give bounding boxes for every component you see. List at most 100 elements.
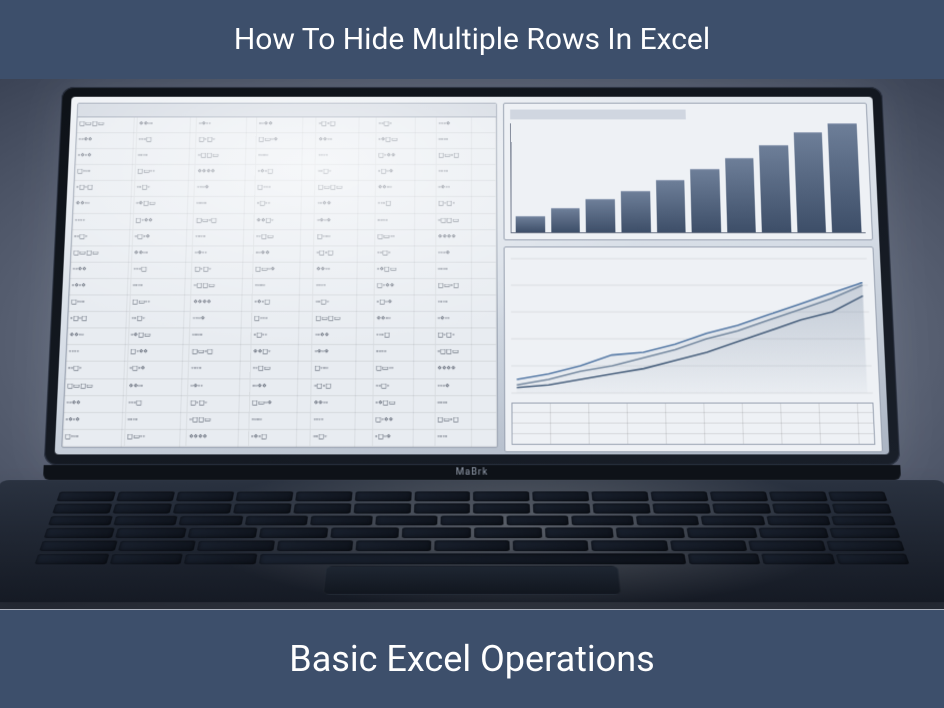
table-cell: ⋄⋄⋄⋄	[187, 430, 250, 446]
table-cell: ▫▫◻◦	[311, 430, 373, 446]
table-cell: ▫⋄▫◻	[255, 165, 316, 180]
table-cell: ▫⋄◻▭	[373, 396, 435, 412]
table-row: ◻◦▫▫◻▭◦◦⋄⋄⋄⋄▫⋄▫◻▫▫◻◦▫◻▫⋄◦▫◦▫	[69, 295, 497, 312]
line-chart-mini-table	[512, 403, 876, 445]
table-cell: ▫⋄▫◻	[252, 295, 313, 311]
spreadsheet-toolbar	[78, 104, 497, 118]
table-cell: ◦◦◦◦	[316, 149, 376, 164]
table-cell: ◦◦◦◦	[66, 345, 128, 361]
line-chart-panel	[504, 246, 883, 452]
table-cell: ▫▫⋄⋄	[253, 246, 314, 261]
table-cell: ◻▭◦◦	[375, 230, 436, 245]
table-cell: ▫◻◦◦	[255, 197, 316, 212]
table-cell: ▫⋄◻▭	[134, 197, 195, 212]
table-cell: ▫⋄◦◦	[193, 246, 254, 261]
table-row: ◦▫⋄⋄◦◦▫◻◻◦◻◦◻▭▫⋄⋄⋄◦▫▫⋄◻▭▫▫▫▫	[64, 396, 497, 413]
table-cell: ◦▫◦▫	[189, 362, 251, 378]
bar-chart-title-placeholder	[510, 110, 685, 120]
table-cell: ◻▭◦◦	[130, 295, 192, 311]
table-cell: ▫▫◦▫	[375, 214, 436, 229]
table-cell: ▫◻◦◦	[251, 329, 313, 345]
table-cell: ▫◻◻▭	[187, 413, 249, 429]
table-cell: ▫▫▫▫	[436, 263, 497, 278]
table-cell: ◦▫◦▫	[436, 165, 496, 180]
table-cell: ▫◻◻▭	[436, 214, 497, 229]
table-cell: ▫⋄▫◻	[249, 430, 311, 446]
table-row: ▫⋄▫⋄▫▫◦▫▫◻◻▭◦▫▫▫◦◦◦◦◻◦⋄⋄◻▭▫◻	[75, 149, 496, 165]
table-cell: ◻▭▫⋄	[253, 263, 314, 278]
table-cell: ▫⋄▫⋄	[69, 279, 131, 294]
table-cell: ◦▫⋄⋄	[70, 263, 132, 278]
laptop-base	[0, 480, 944, 602]
table-row: ▫◻▫◻◦▫◻◦◦◦▫⋄◻◦◦▫◻▭◻▭⋄⋄▫▫▫⋄◦◦	[74, 181, 497, 197]
table-cell: ⋄⋄▫▫	[374, 312, 435, 328]
table-row: ◦▫⋄⋄◦◦▫◻◻◦◻◦◻▭▫⋄⋄⋄◦▫▫⋄◻▭▫▫▫▫	[70, 263, 497, 279]
table-cell: ◻◦⋄⋄	[375, 279, 436, 294]
table-cell: ◻▭▫⋄	[256, 133, 316, 148]
table-cell: ⋄⋄◦▫	[316, 133, 376, 148]
table-row: ▫⋄▫⋄▫▫◦▫▫◻◻▭◦▫▫▫◦◦◦◦◻◦⋄⋄◻▭▫◻	[63, 413, 497, 430]
table-cell: ◦◦▫⋄	[195, 181, 256, 196]
charts-column	[503, 103, 883, 448]
table-cell: ◻◦◻◦	[192, 263, 253, 278]
table-cell: ◻◦▫▫	[312, 362, 374, 378]
table-cell: ◻▭▫◻	[436, 149, 496, 164]
table-cell: ⋄⋄⋄⋄	[435, 362, 497, 378]
footer-title: Basic Excel Operations	[289, 638, 654, 680]
table-cell: ◦◦▫◻	[136, 133, 197, 148]
table-cell: ◻◦▫▫	[62, 430, 125, 446]
line-chart-svg	[511, 254, 873, 399]
table-cell: ◻◦◻◦	[436, 197, 496, 212]
table-cell: ◦▫◻◦	[134, 181, 195, 196]
table-cell: ◻◦⋄⋄	[128, 345, 190, 361]
table-cell: ◦▫▫▫	[256, 149, 316, 164]
illustration-scene: ◻▭◻▭⋄⋄▫▫▫⋄◦◦▫▫⋄⋄▫◻▫◻◦▫◻◦◦◦▫⋄◦▫⋄⋄◦◦▫◻◻◦◻◦…	[0, 79, 944, 609]
table-cell: ◻▭◻▭	[315, 181, 376, 196]
bar	[586, 199, 616, 232]
table-cell: ▫▫◻◦	[316, 165, 376, 180]
bar	[551, 208, 580, 232]
table-cell: ▫▫◻◦	[72, 230, 133, 245]
table-cell: ▫⋄▫⋄	[75, 149, 136, 164]
table-cell: ◦▫◻◦	[375, 246, 436, 261]
table-cell: ◦▫◻◦	[376, 117, 436, 132]
table-cell: ▫▫▫▫	[435, 396, 497, 412]
bar	[516, 216, 545, 233]
table-row: ▫◻▫◻◦▫◻◦◦◦▫⋄◻◦◦▫◻▭◻▭⋄⋄▫▫▫⋄◦◦	[68, 312, 497, 329]
table-cell: ▫◻◻▭	[435, 345, 497, 361]
table-cell: ▫⋄◦◦	[436, 312, 497, 328]
spreadsheet-panel: ◻▭◻▭⋄⋄▫▫▫⋄◦◦▫▫⋄⋄▫◻▫◻◦▫◻◦◦◦▫⋄◦▫⋄⋄◦◦▫◻◻◦◻◦…	[61, 103, 498, 448]
bar-chart-panel	[503, 103, 873, 241]
table-row: ⋄⋄◦▫▫⋄◻▭▫▫▫▫▫◻◦◦◦▫⋄⋄◦◦▫◻◻◦◻◦	[67, 329, 497, 346]
table-cell: ◦◦◻▭	[254, 230, 315, 245]
table-cell: ▫◻▫◻	[314, 246, 375, 261]
bar-chart-bars	[510, 123, 865, 233]
table-cell: ◦▫⋄⋄	[76, 133, 137, 148]
bar	[656, 180, 686, 233]
table-cell: ▫⋄◦◦	[436, 181, 496, 196]
table-cell: ◦◦▫⋄	[436, 117, 496, 132]
table-cell: ▫◻▫◻	[74, 181, 135, 196]
table-cell: ◦◦▫⋄	[435, 379, 497, 395]
laptop-screen: ◻▭◻▭⋄⋄▫▫▫⋄◦◦▫▫⋄⋄▫◻▫◻◦▫◻◦◦◦▫⋄◦▫⋄⋄◦◦▫◻◻◦◻◦…	[55, 97, 890, 455]
table-cell: ◻◦⋄⋄	[133, 214, 194, 229]
laptop-hinge: MaBrk	[43, 465, 901, 480]
table-row: ◦◦◦◦◻◦⋄⋄◻▭▫◻⋄⋄◻◦▫⋄▫⋄▫▫◦▫▫◻◻▭	[72, 214, 496, 230]
spreadsheet-rows: ◻▭◻▭⋄⋄▫▫▫⋄◦◦▫▫⋄⋄▫◻▫◻◦▫◻◦◦◦▫⋄◦▫⋄⋄◦◦▫◻◻◦◻◦…	[62, 117, 497, 447]
laptop-illustration: ◻▭◻▭⋄⋄▫▫▫⋄◦◦▫▫⋄⋄▫◻▫◻◦▫◻◦◦◦▫⋄◦▫⋄⋄◦◦▫◻◻◦◻◦…	[33, 87, 910, 609]
table-row: ◻▭◻▭⋄⋄▫▫▫⋄◦◦▫▫⋄⋄▫◻▫◻◦▫◻◦◦◦▫⋄	[71, 246, 497, 262]
table-cell: ◻▭◻▭	[71, 246, 132, 261]
table-cell: ◦◦◦◦	[72, 214, 133, 229]
table-cell: ⋄⋄▫▫	[137, 117, 197, 132]
table-cell: ▫▫◻◦	[313, 295, 374, 311]
table-row: ▫▫◻◦▫◻▫⋄◦▫◦▫◦◦◻▭◻◦▫▫◻▭◦◦⋄⋄⋄⋄	[72, 230, 497, 246]
table-cell: ▫⋄▫⋄	[63, 413, 126, 429]
table-cell: ◦▫▫▫	[253, 279, 314, 294]
table-cell: ▫⋄◻▭	[376, 133, 436, 148]
table-cell: ◦◦◻▭	[250, 362, 312, 378]
table-cell: ◦◦▫⋄	[436, 246, 497, 261]
laptop-keyboard	[35, 491, 910, 564]
table-cell: ◻▭▫⋄	[250, 396, 312, 412]
table-row: ⋄⋄◦▫▫⋄◻▭▫▫▫▫▫◻◦◦◦▫⋄⋄◦◦▫◻◻◦◻◦	[73, 197, 496, 213]
table-cell: ◦◦▫◻	[376, 197, 437, 212]
